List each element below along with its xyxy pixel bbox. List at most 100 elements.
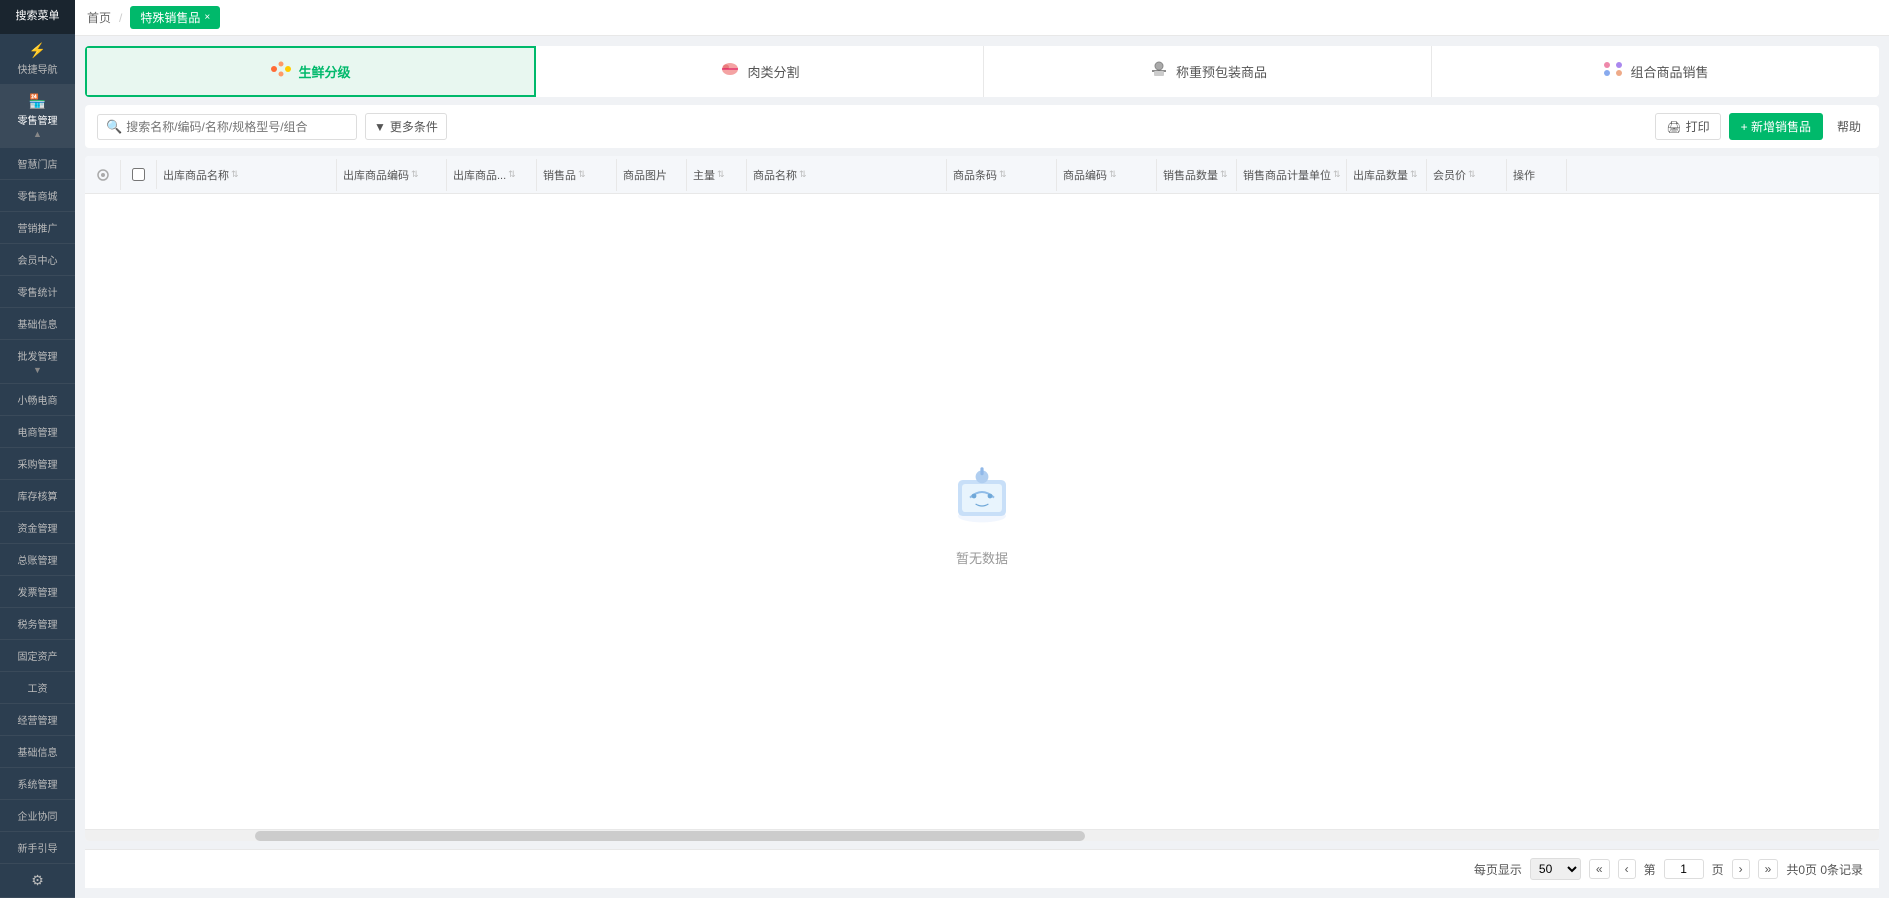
sidebar-item-label: 智慧门店 [18,156,58,171]
tab-meat-cut[interactable]: 肉类分割 [536,46,984,97]
sidebar-item-label: 系统管理 [18,776,58,791]
first-page-button[interactable]: « [1589,859,1610,879]
sidebar-item-label: 小畅电商 [18,392,58,407]
tab-fresh-grade[interactable]: 生鲜分级 [85,46,536,97]
sidebar-item-member-center[interactable]: 会员中心 [0,244,75,276]
sidebar-item-tax-mgmt[interactable]: 税务管理 [0,608,75,640]
sidebar-logo[interactable]: 搜索菜单 [0,0,75,34]
sort-icon[interactable]: ⇅ [1109,169,1117,180]
sidebar-item-purchase-mgmt[interactable]: 采购管理 [0,448,75,480]
sort-icon[interactable]: ⇅ [1410,169,1418,180]
add-label: + 新增销售品 [1741,118,1811,135]
sort-icon[interactable]: ⇅ [508,169,516,180]
tab-fresh-grade-label: 生鲜分级 [298,62,350,81]
sidebar-item-inventory[interactable]: 库存核算 [0,480,75,512]
th-out-name: 出库商品名称 ⇅ [157,159,337,191]
sidebar-item-retail-mgmt[interactable]: 🏪 零售管理 ▲ [0,85,75,148]
th-member-price: 会员价 ⇅ [1427,159,1507,191]
help-button[interactable]: 帮助 [1831,114,1867,139]
search-input[interactable] [126,120,346,134]
th-settings[interactable] [85,160,121,190]
th-sale: 销售品 ⇅ [537,159,617,191]
sort-icon[interactable]: ⇅ [411,169,419,180]
print-button[interactable]: 🖨 打印 [1655,113,1720,140]
sidebar-item-wholesale-mgmt[interactable]: 批发管理 ▼ [0,340,75,384]
sidebar-item-label: 新手引导 [18,840,58,855]
sidebar-item-label: 零售统计 [18,284,58,299]
tab-combo-sale-label: 组合商品销售 [1630,62,1708,81]
weight-pack-icon [1148,60,1170,83]
page-prefix: 第 [1644,861,1656,878]
sidebar-item-label: 库存核算 [18,488,58,503]
sidebar-item-label: 企业协同 [18,808,58,823]
sidebar-item-ecom-mgmt[interactable]: 电商管理 [0,416,75,448]
tab-weight-pack[interactable]: 称重预包装商品 [984,46,1432,97]
sort-icon[interactable]: ⇅ [1468,169,1476,180]
sidebar-item-invoice-mgmt[interactable]: 发票管理 [0,576,75,608]
search-box[interactable]: 🔍 [97,114,357,140]
th-checkbox[interactable] [121,160,157,189]
sidebar-item-label: 发票管理 [18,584,58,599]
sidebar-item-enterprise[interactable]: 企业协同 [0,800,75,832]
retail-mgmt-icon: 🏪 [29,93,46,110]
tab-combo-sale[interactable]: 组合商品销售 [1432,46,1879,97]
filter-button[interactable]: ▼ 更多条件 [365,113,447,140]
sidebar-item-label: 税务管理 [18,616,58,631]
prev-page-button[interactable]: ‹ [1618,859,1636,879]
sort-icon[interactable]: ⇅ [1220,169,1228,180]
per-page-select[interactable]: 50 10 20 100 [1530,858,1581,880]
close-icon[interactable]: × [204,12,210,23]
sidebar-item-fixed-assets[interactable]: 固定资产 [0,640,75,672]
sidebar-item-basic-info2[interactable]: 基础信息 [0,736,75,768]
add-sale-product-button[interactable]: + 新增销售品 [1729,113,1823,140]
sidebar-item-retail-stats[interactable]: 零售统计 [0,276,75,308]
next-page-button[interactable]: › [1732,859,1750,879]
sidebar-item-ops-mgmt[interactable]: 经营管理 [0,704,75,736]
chevron-down-icon: ▲ [33,129,42,139]
sidebar-item-label: 固定资产 [18,648,58,663]
sort-icon[interactable]: ⇅ [717,169,725,180]
pagination-bar: 每页显示 50 10 20 100 « ‹ 第 页 › » 共0页 0条记录 [85,849,1879,888]
sidebar-item-label: 经营管理 [18,712,58,727]
breadcrumb-home[interactable]: 首页 [87,9,111,26]
sidebar-item-sys-mgmt[interactable]: 系统管理 [0,768,75,800]
sidebar-item-basic-info[interactable]: 基础信息 [0,308,75,340]
select-all-checkbox[interactable] [132,168,145,181]
sort-icon[interactable]: ⇅ [578,169,586,180]
gear-icon: ⚙ [31,872,44,889]
sidebar-item-sales-promo[interactable]: 营销推广 [0,212,75,244]
active-tab[interactable]: 特殊销售品 × [130,6,220,29]
toolbar-right: 🖨 打印 + 新增销售品 帮助 [1655,113,1867,140]
search-icon: 🔍 [106,119,122,135]
last-page-button[interactable]: » [1758,859,1779,879]
sidebar-item-label: 基础信息 [18,316,58,331]
sidebar-item-label: 零售商城 [18,188,58,203]
sidebar-item-retail-mall[interactable]: 零售商城 [0,180,75,212]
th-op: 操作 [1507,159,1567,191]
scrollbar-thumb[interactable] [255,831,1085,841]
breadcrumb-separator: / [119,11,122,25]
horizontal-scrollbar[interactable] [85,829,1879,841]
sort-icon[interactable]: ⇅ [1333,169,1341,180]
table-header: 出库商品名称 ⇅ 出库商品编码 ⇅ 出库商品... ⇅ 销售品 ⇅ 商品图片 [85,156,1879,194]
page-number-input[interactable] [1664,859,1704,879]
active-tab-label: 特殊销售品 [140,9,200,26]
sort-icon[interactable]: ⇅ [799,169,807,180]
sort-icon[interactable]: ⇅ [231,169,239,180]
sidebar-item-mini-ecom[interactable]: 小畅电商 [0,384,75,416]
th-out-spec: 出库商品... ⇅ [447,159,537,191]
sidebar-item-finance[interactable]: 资金管理 [0,512,75,544]
sidebar-item-salary[interactable]: 工资 [0,672,75,704]
content: 生鲜分级 肉类分割 [75,36,1889,898]
sidebar-item-quick-nav[interactable]: ⚡ 快捷导航 [0,34,75,85]
toolbar: 🔍 ▼ 更多条件 🖨 打印 + 新增销售品 帮助 [85,105,1879,148]
sidebar-item-settings[interactable]: ⚙ [0,864,75,898]
sidebar-item-smart-store[interactable]: 智慧门店 [0,148,75,180]
th-sale-unit: 销售商品计量单位 ⇅ [1237,159,1347,191]
sidebar-item-general-ledger[interactable]: 总账管理 [0,544,75,576]
th-out-code: 出库商品编码 ⇅ [337,159,447,191]
th-spu: 商品编码 ⇅ [1057,159,1157,191]
combo-sale-icon [1602,60,1624,83]
sidebar-item-new-guide[interactable]: 新手引导 [0,832,75,864]
sort-icon[interactable]: ⇅ [999,169,1007,180]
